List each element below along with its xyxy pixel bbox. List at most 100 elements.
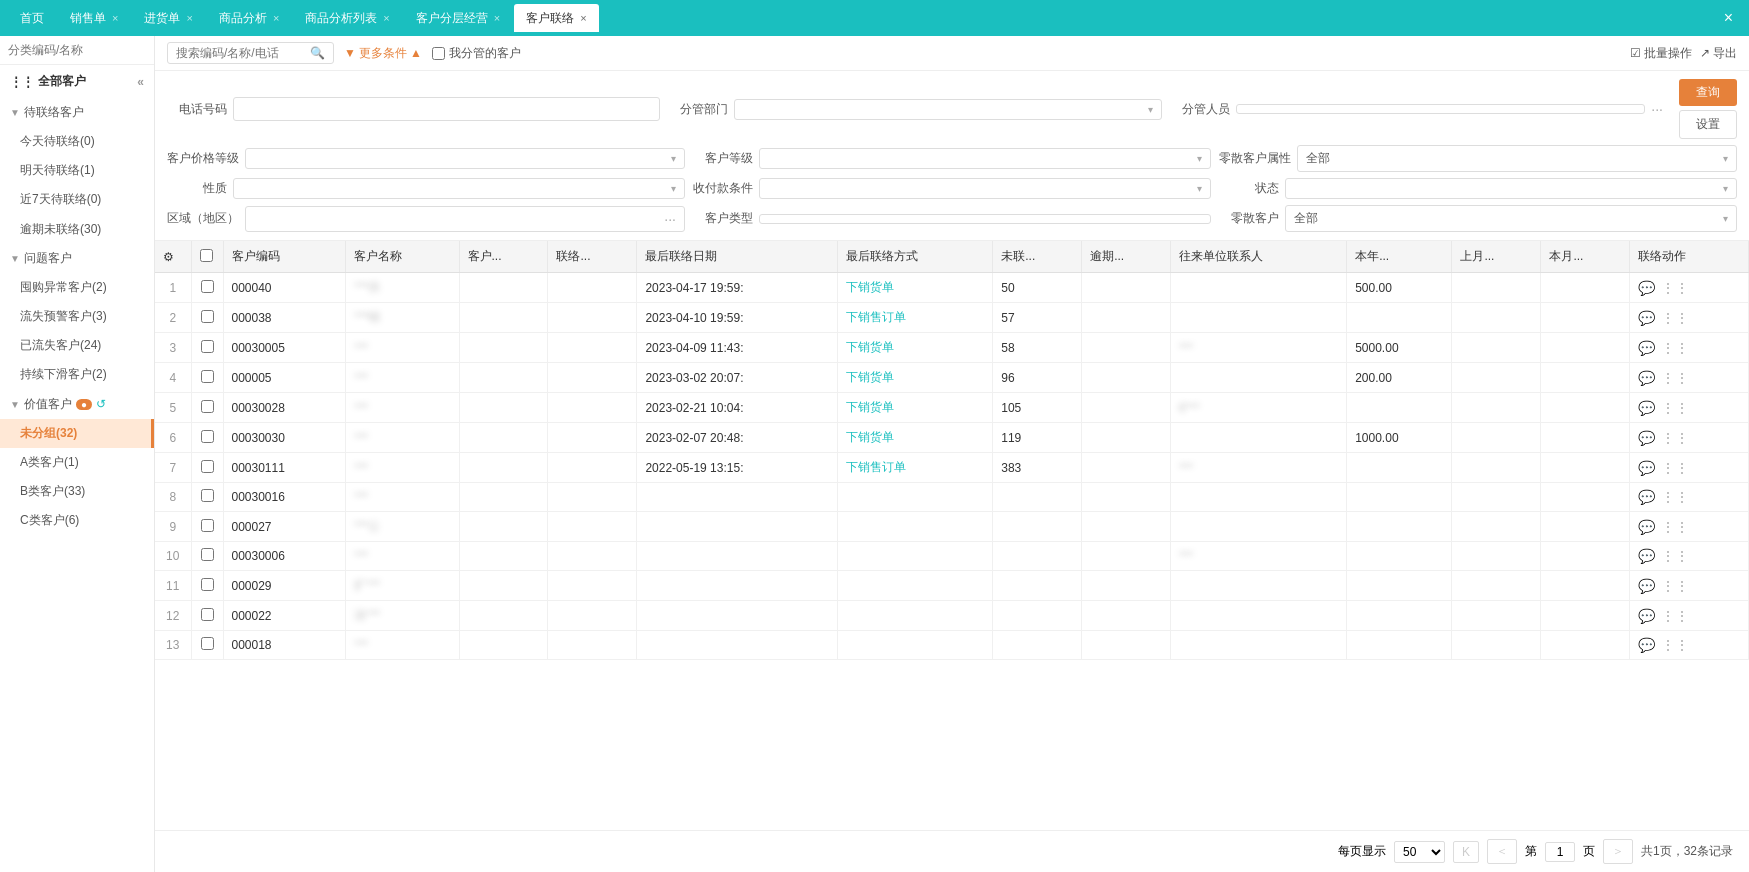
nav-tab-purchase[interactable]: 进货单 × bbox=[132, 4, 204, 32]
contact-type-link[interactable]: 下销货单 bbox=[846, 400, 894, 414]
filter-my-customers-checkbox[interactable] bbox=[432, 47, 445, 60]
action-more-icon[interactable]: ⋮⋮ bbox=[1661, 548, 1689, 564]
reset-button[interactable]: 设置 bbox=[1679, 110, 1737, 139]
last-contact-date-col-header[interactable]: 最后联络日期 bbox=[637, 241, 838, 273]
sidebar-item-churned[interactable]: 已流失客户(24) bbox=[0, 331, 154, 360]
sidebar-search-input[interactable] bbox=[8, 43, 155, 57]
status-select[interactable]: ▾ bbox=[1285, 178, 1737, 199]
sidebar-item-declining[interactable]: 持续下滑客户(2) bbox=[0, 360, 154, 389]
action-contact-icon[interactable]: 💬 bbox=[1638, 637, 1655, 653]
overdue-col-header[interactable]: 逾期... bbox=[1082, 241, 1171, 273]
row-select-checkbox[interactable] bbox=[201, 460, 214, 473]
nav-tab-customer-contact[interactable]: 客户联络 × bbox=[514, 4, 598, 32]
sidebar-item-churn-warning[interactable]: 流失预警客户(3) bbox=[0, 302, 154, 331]
row-name[interactable]: *** bbox=[346, 453, 459, 483]
row-select-checkbox[interactable] bbox=[201, 637, 214, 650]
nav-tab-customer-seg[interactable]: 客户分层经营 × bbox=[404, 4, 512, 32]
row-name[interactable]: *** bbox=[346, 483, 459, 512]
sidebar-item-today-pending[interactable]: 今天待联络(0) bbox=[0, 127, 154, 156]
action-contact-icon[interactable]: 💬 bbox=[1638, 340, 1655, 356]
last-contact-type-col-header[interactable]: 最后联络方式 bbox=[838, 241, 993, 273]
action-more-icon[interactable]: ⋮⋮ bbox=[1661, 430, 1689, 446]
sidebar-item-class-c[interactable]: C类客户(6) bbox=[0, 506, 154, 535]
row-select-checkbox[interactable] bbox=[201, 280, 214, 293]
export-button[interactable]: ↗ 导出 bbox=[1700, 45, 1737, 62]
last-month-col-header[interactable]: 上月... bbox=[1452, 241, 1541, 273]
not-contact-col-header[interactable]: 未联... bbox=[993, 241, 1082, 273]
next-page-button[interactable]: ＞ bbox=[1603, 839, 1633, 864]
sidebar-group-pending-contact[interactable]: ▼ 待联络客户 bbox=[0, 98, 154, 127]
this-month-col-header[interactable]: 本月... bbox=[1541, 241, 1630, 273]
action-more-icon[interactable]: ⋮⋮ bbox=[1661, 280, 1689, 296]
row-select-checkbox[interactable] bbox=[201, 548, 214, 561]
action-contact-icon[interactable]: 💬 bbox=[1638, 519, 1655, 535]
customer-type-select[interactable] bbox=[759, 214, 1211, 224]
contact-type-link[interactable]: 下销货单 bbox=[846, 430, 894, 444]
sidebar-item-7days-pending[interactable]: 近7天待联络(0) bbox=[0, 185, 154, 214]
dept-select[interactable]: ▾ bbox=[734, 99, 1161, 120]
row-name[interactable]: 扩*** bbox=[346, 571, 459, 601]
name-col-header[interactable]: 客户名称 bbox=[346, 241, 459, 273]
payment-select[interactable]: ▾ bbox=[759, 178, 1211, 199]
action-contact-icon[interactable]: 💬 bbox=[1638, 400, 1655, 416]
action-more-icon[interactable]: ⋮⋮ bbox=[1661, 637, 1689, 653]
action-contact-icon[interactable]: 💬 bbox=[1638, 430, 1655, 446]
row-name[interactable]: *** bbox=[346, 631, 459, 660]
action-contact-icon[interactable]: 💬 bbox=[1638, 489, 1655, 505]
sidebar-item-ungrouped[interactable]: 未分组(32) bbox=[0, 419, 154, 448]
first-page-button[interactable]: K bbox=[1453, 841, 1479, 863]
action-more-icon[interactable]: ⋮⋮ bbox=[1661, 460, 1689, 476]
action-more-icon[interactable]: ⋮⋮ bbox=[1661, 608, 1689, 624]
action-more-icon[interactable]: ⋮⋮ bbox=[1661, 310, 1689, 326]
row-name[interactable]: ***公 bbox=[346, 512, 459, 542]
nav-tab-sales-close[interactable]: × bbox=[112, 12, 118, 24]
prev-page-button[interactable]: ＜ bbox=[1487, 839, 1517, 864]
contact-type-link[interactable]: 下销售订单 bbox=[846, 460, 906, 474]
action-more-icon[interactable]: ⋮⋮ bbox=[1661, 578, 1689, 594]
nav-tab-analysis-list-close[interactable]: × bbox=[383, 12, 389, 24]
nav-tab-analysis-list[interactable]: 商品分析列表 × bbox=[293, 4, 401, 32]
row-select-checkbox[interactable] bbox=[201, 340, 214, 353]
sidebar-item-class-b[interactable]: B类客户(33) bbox=[0, 477, 154, 506]
nav-tab-customer-contact-close[interactable]: × bbox=[580, 12, 586, 24]
select-all-checkbox[interactable] bbox=[200, 249, 213, 262]
row-name[interactable]: *** bbox=[346, 423, 459, 453]
action-more-icon[interactable]: ⋮⋮ bbox=[1661, 489, 1689, 505]
retail-attr-select[interactable]: 全部 ▾ bbox=[1297, 145, 1737, 172]
row-name[interactable]: *** bbox=[346, 333, 459, 363]
phone-input[interactable] bbox=[233, 97, 660, 121]
row-select-checkbox[interactable] bbox=[201, 489, 214, 502]
row-select-checkbox[interactable] bbox=[201, 370, 214, 383]
row-name[interactable]: *** bbox=[346, 363, 459, 393]
settings-col-header[interactable]: ⚙ bbox=[155, 241, 191, 273]
action-more-icon[interactable]: ⋮⋮ bbox=[1661, 519, 1689, 535]
code-col-header[interactable]: 客户编码 bbox=[223, 241, 346, 273]
contact-col-header[interactable]: 联络... bbox=[548, 241, 637, 273]
sidebar-item-class-a[interactable]: A类客户(1) bbox=[0, 448, 154, 477]
action-contact-icon[interactable]: 💬 bbox=[1638, 370, 1655, 386]
table-settings-icon[interactable]: ⚙ bbox=[163, 250, 174, 264]
customer-level-select[interactable]: ▾ bbox=[759, 148, 1211, 169]
nature-select[interactable]: ▾ bbox=[233, 178, 685, 199]
sidebar-item-overdue-pending[interactable]: 逾期未联络(30) bbox=[0, 215, 154, 244]
nav-tab-sales[interactable]: 销售单 × bbox=[58, 4, 130, 32]
action-contact-icon[interactable]: 💬 bbox=[1638, 578, 1655, 594]
action-more-icon[interactable]: ⋮⋮ bbox=[1661, 400, 1689, 416]
sidebar-group-problem-customers[interactable]: ▼ 问题客户 bbox=[0, 244, 154, 273]
nav-tab-customer-seg-close[interactable]: × bbox=[494, 12, 500, 24]
action-contact-icon[interactable]: 💬 bbox=[1638, 548, 1655, 564]
filter-search-icon[interactable]: 🔍 bbox=[310, 46, 325, 60]
row-select-checkbox[interactable] bbox=[201, 519, 214, 532]
action-more-icon[interactable]: ⋮⋮ bbox=[1661, 370, 1689, 386]
action-contact-icon[interactable]: 💬 bbox=[1638, 280, 1655, 296]
region-select[interactable]: ··· bbox=[245, 206, 685, 232]
row-select-checkbox[interactable] bbox=[201, 578, 214, 591]
nav-tab-analysis-close[interactable]: × bbox=[273, 12, 279, 24]
row-select-checkbox[interactable] bbox=[201, 430, 214, 443]
row-name[interactable]: ***供 bbox=[346, 273, 459, 303]
contact-type-link[interactable]: 下销货单 bbox=[846, 370, 894, 384]
value-customers-refresh-icon[interactable]: ↺ bbox=[96, 397, 106, 411]
row-select-checkbox[interactable] bbox=[201, 310, 214, 323]
filter-more-conditions[interactable]: ▼ 更多条件 ▲ bbox=[344, 45, 422, 62]
retail-customer-select[interactable]: 全部 ▾ bbox=[1285, 205, 1737, 232]
